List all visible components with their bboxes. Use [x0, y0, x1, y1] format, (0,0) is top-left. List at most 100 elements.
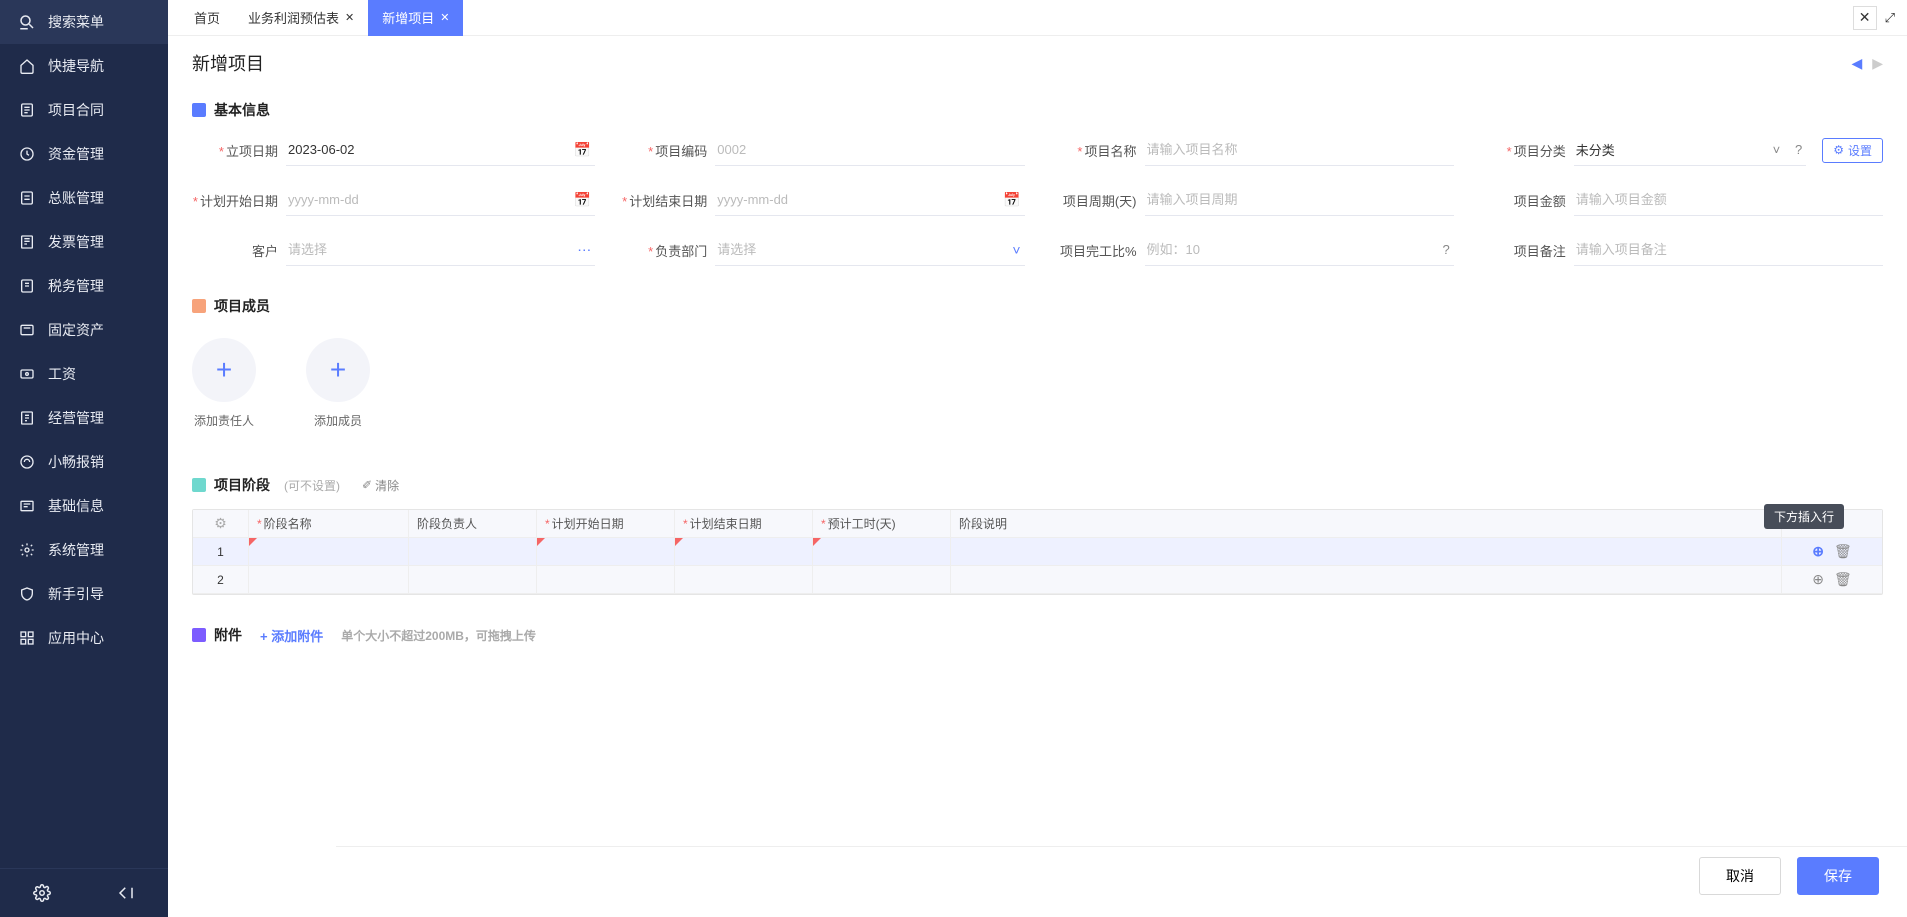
section-basic: 基本信息 — [192, 100, 1883, 120]
add-member-label: 添加成员 — [314, 412, 362, 429]
insert-row-icon[interactable]: ⊕ — [1812, 543, 1824, 560]
stage-row[interactable]: 1 ⊕ 🗑 — [193, 538, 1882, 566]
save-button[interactable]: 保存 — [1797, 857, 1879, 895]
search-icon — [18, 13, 36, 31]
project-name-input[interactable] — [1145, 140, 1454, 159]
section-members: 项目成员 — [192, 296, 1883, 316]
chevron-down-icon[interactable]: ˅ — [1773, 142, 1781, 157]
close-icon[interactable]: ✕ — [345, 11, 354, 24]
sidebar-bottom — [0, 868, 168, 917]
sidebar-item-assets[interactable]: 固定资产 — [0, 308, 168, 352]
calendar-icon[interactable]: 📅 — [574, 141, 591, 158]
label-dept: 负责部门 — [621, 241, 707, 260]
cell-start[interactable] — [537, 538, 675, 565]
sidebar-item-contract[interactable]: 项目合同 — [0, 88, 168, 132]
nav-prev-icon[interactable]: ◀ — [1851, 55, 1862, 72]
cell-hours[interactable] — [813, 566, 951, 593]
close-all-button[interactable]: ✕ — [1853, 6, 1877, 30]
sidebar-item-ledger[interactable]: 总账管理 — [0, 176, 168, 220]
home-icon — [18, 57, 36, 75]
sidebar-item-invoice[interactable]: 发票管理 — [0, 220, 168, 264]
sidebar-item-wage[interactable]: 工资 — [0, 352, 168, 396]
calendar-icon[interactable]: 📅 — [1003, 191, 1020, 208]
page-header: 新增项目 ◀ ▶ — [168, 36, 1907, 90]
sidebar-item-biz[interactable]: 经营管理 — [0, 396, 168, 440]
sidebar-item-expense[interactable]: 小畅报销 — [0, 440, 168, 484]
dept-select[interactable] — [715, 240, 1024, 259]
cell-owner[interactable] — [409, 538, 537, 565]
section-title: 项目阶段 — [214, 475, 270, 495]
clear-icon: ✐ — [362, 478, 372, 492]
sidebar-item-quicknav[interactable]: 快捷导航 — [0, 44, 168, 88]
amount-input[interactable] — [1574, 190, 1883, 209]
add-attachment-button[interactable]: + 添加附件 — [260, 626, 323, 645]
sidebar-menu: 搜索菜单 快捷导航 项目合同 资金管理 总账管理 发票管理 税务管理 固定资产 … — [0, 0, 168, 868]
collapse-icon[interactable] — [116, 883, 136, 903]
cell-end[interactable] — [675, 538, 813, 565]
add-member-button[interactable]: + — [306, 338, 370, 402]
cell-end[interactable] — [675, 566, 813, 593]
cell-name[interactable] — [249, 566, 409, 593]
plan-end-input[interactable] — [715, 190, 1024, 209]
sidebar-item-tax[interactable]: 税务管理 — [0, 264, 168, 308]
sidebar-item-label: 固定资产 — [48, 320, 104, 340]
sidebar-item-apps[interactable]: 应用中心 — [0, 616, 168, 660]
sidebar-item-system[interactable]: 系统管理 — [0, 528, 168, 572]
settings-icon[interactable] — [32, 883, 52, 903]
remark-input[interactable] — [1574, 240, 1883, 259]
help-icon[interactable]: ? — [1795, 142, 1802, 157]
settings-button[interactable]: ⚙设置 — [1822, 138, 1883, 163]
section-icon — [192, 628, 206, 642]
cell-name[interactable] — [249, 538, 409, 565]
project-code-input[interactable] — [715, 140, 1024, 159]
customer-select[interactable] — [286, 240, 595, 259]
tab-profit-report[interactable]: 业务利润预估表 ✕ — [234, 0, 368, 36]
nav-next-icon[interactable]: ▶ — [1872, 55, 1883, 72]
sidebar-item-label: 资金管理 — [48, 144, 104, 164]
clear-button[interactable]: ✐清除 — [362, 477, 399, 494]
close-icon[interactable]: ✕ — [440, 11, 449, 24]
col-end: 计划结束日期 — [683, 515, 762, 532]
cell-desc[interactable] — [951, 538, 1782, 565]
sidebar-item-guide[interactable]: 新手引导 — [0, 572, 168, 616]
label-project-name: 项目名称 — [1051, 141, 1137, 160]
tab-new-project[interactable]: 新增项目 ✕ — [368, 0, 463, 36]
sidebar-item-info[interactable]: 基础信息 — [0, 484, 168, 528]
progress-input[interactable] — [1145, 240, 1454, 259]
cancel-button[interactable]: 取消 — [1699, 857, 1781, 895]
row-actions: ⊕ 🗑 — [1782, 538, 1882, 565]
required-marker-icon — [675, 538, 683, 546]
tab-home[interactable]: 首页 — [180, 0, 234, 36]
setup-date-input[interactable] — [286, 140, 595, 159]
stage-table: ⚙ 阶段名称 阶段负责人 计划开始日期 计划结束日期 预计工时(天) 阶段说明 … — [192, 509, 1883, 595]
calendar-icon[interactable]: 📅 — [574, 191, 591, 208]
sidebar-item-label: 经营管理 — [48, 408, 104, 428]
delete-row-icon[interactable]: 🗑 — [1834, 571, 1852, 588]
asset-icon — [18, 321, 36, 339]
stage-row[interactable]: 2 ⊕ 🗑 — [193, 566, 1882, 594]
col-gear[interactable]: ⚙ — [193, 510, 249, 537]
tab-label: 业务利润预估表 — [248, 8, 339, 27]
label-customer: 客户 — [192, 241, 278, 260]
plan-start-input[interactable] — [286, 190, 595, 209]
sidebar-item-label: 基础信息 — [48, 496, 104, 516]
help-icon[interactable]: ? — [1443, 242, 1450, 257]
sidebar-item-funds[interactable]: 资金管理 — [0, 132, 168, 176]
expand-icon[interactable]: ⤢ — [1881, 10, 1899, 26]
period-input[interactable] — [1145, 190, 1454, 209]
wage-icon — [18, 365, 36, 383]
category-select[interactable] — [1574, 140, 1806, 159]
page-title: 新增项目 — [192, 50, 1851, 76]
cell-owner[interactable] — [409, 566, 537, 593]
more-icon[interactable]: ⋯ — [577, 241, 591, 258]
cell-hours[interactable] — [813, 538, 951, 565]
add-owner-button[interactable]: + — [192, 338, 256, 402]
chevron-down-icon[interactable]: ˅ — [1012, 242, 1020, 258]
tab-bar: 首页 业务利润预估表 ✕ 新增项目 ✕ ✕ ⤢ — [168, 0, 1907, 36]
cell-desc[interactable] — [951, 566, 1782, 593]
insert-row-icon[interactable]: ⊕ — [1812, 571, 1824, 588]
sidebar-item-search[interactable]: 搜索菜单 — [0, 0, 168, 44]
delete-row-icon[interactable]: 🗑 — [1834, 543, 1852, 560]
cell-start[interactable] — [537, 566, 675, 593]
tab-label: 新增项目 — [382, 8, 434, 27]
